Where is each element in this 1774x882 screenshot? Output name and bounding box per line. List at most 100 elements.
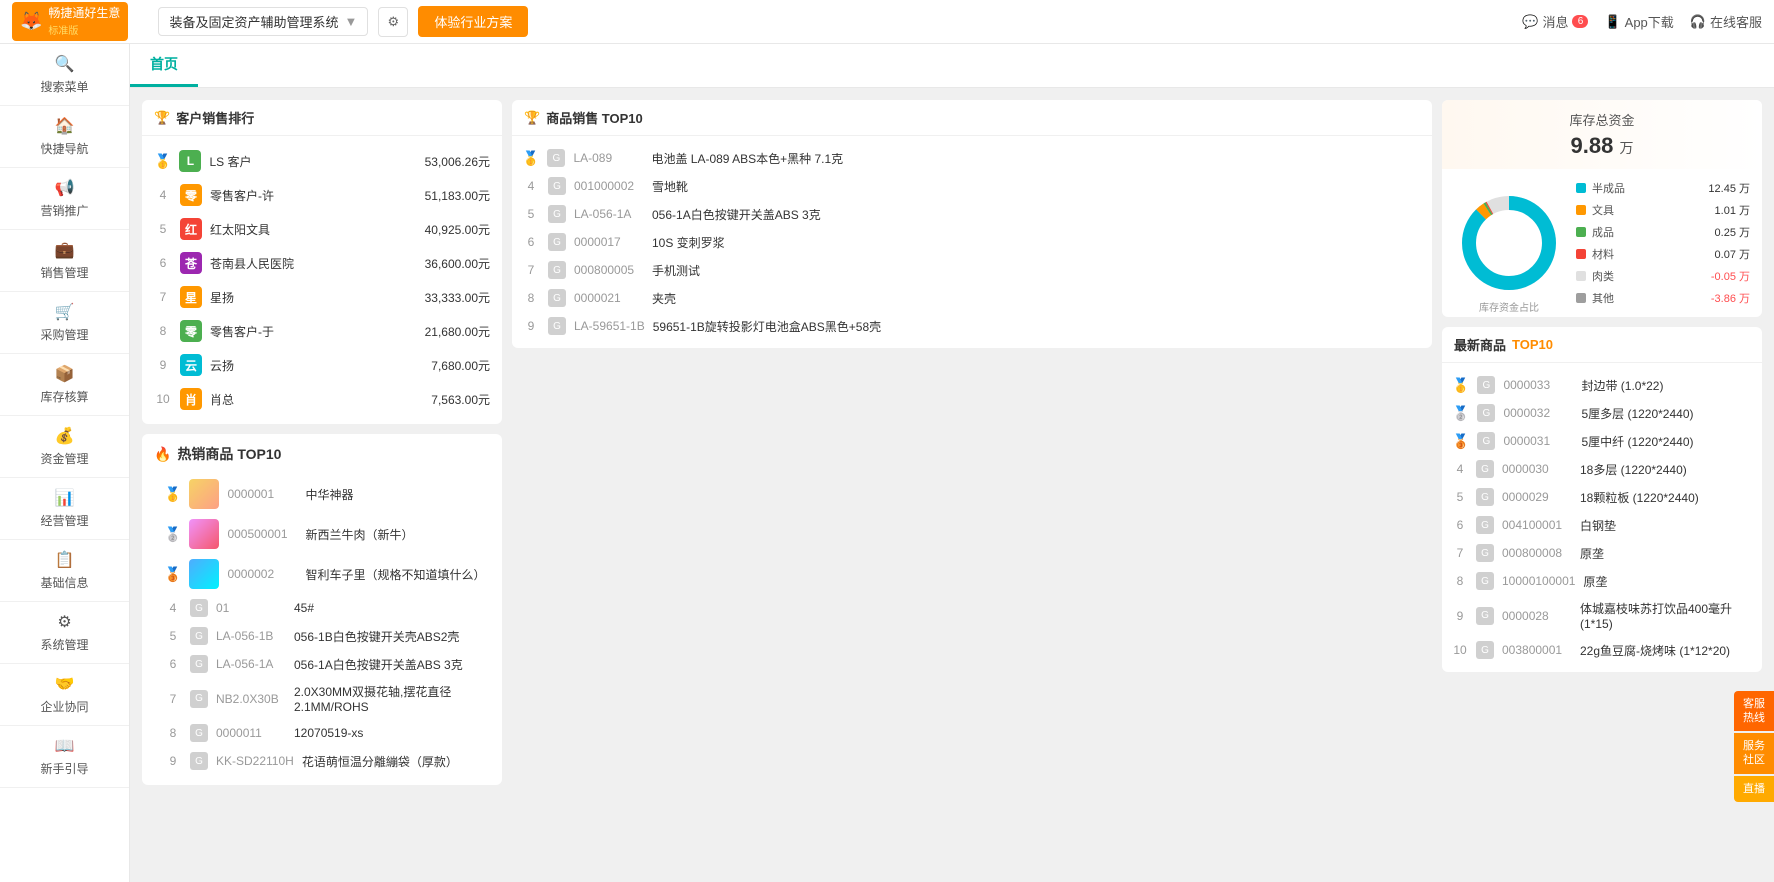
legend-item-4: 材料 0.07 万 — [1576, 243, 1750, 265]
product-thumb-3 — [189, 559, 219, 589]
legend-dot-4 — [1576, 249, 1586, 259]
headset-icon: 🎧 — [1690, 14, 1706, 30]
logo-icon: 🦊 — [20, 11, 42, 32]
float-community-button[interactable]: 服务 社区 — [1734, 733, 1774, 774]
sidebar-item-guide[interactable]: 📖 新手引导 — [0, 726, 129, 788]
system-selector[interactable]: 装备及固定资产辅助管理系统 ▼ — [158, 7, 368, 36]
tab-home[interactable]: 首页 — [130, 44, 198, 87]
gold-medal-1: 🥇 — [522, 150, 539, 167]
app-download-button[interactable]: 📱 App下载 — [1604, 12, 1673, 31]
sidebar-item-finance[interactable]: 💰 资金管理 — [0, 416, 129, 478]
sidebar-item-enterprise[interactable]: 🤝 企业协同 — [0, 664, 129, 726]
hot-products-card: 🔥 热销商品 TOP10 🥇 0000001 中华神器 🥈 — [142, 434, 502, 785]
hot-product-item-6: 6 G LA-056-1A 056-1A白色按键开关盖ABS 3克 — [154, 650, 490, 678]
gray-4: G — [548, 233, 566, 251]
sidebar-item-search[interactable]: 🔍 搜索菜单 — [0, 44, 129, 106]
sidebar-item-inventory[interactable]: 📦 库存核算 — [0, 354, 129, 416]
new-gray-2: G — [1477, 404, 1495, 422]
donut-svg — [1454, 188, 1564, 298]
marketing-icon: 📢 — [55, 178, 75, 198]
trial-button[interactable]: 体验行业方案 — [418, 6, 528, 37]
legend-dot-5 — [1576, 271, 1586, 281]
trophy-icon: 🏆 — [154, 110, 170, 126]
new-gray-1: G — [1477, 376, 1495, 394]
sidebar-item-system[interactable]: ⚙ 系统管理 — [0, 602, 129, 664]
gray-icon-8: G — [190, 724, 208, 742]
new-gray-5: G — [1476, 488, 1494, 506]
new-item-4: 4 G 0000030 18多层 (1220*2440) — [1442, 455, 1762, 483]
gray-icon-7: G — [190, 690, 208, 708]
new-gray-9: G — [1476, 607, 1494, 625]
sale-item-6: 8 G 0000021 夹壳 — [512, 284, 1432, 312]
legend-item-2: 文具 1.01 万 — [1576, 199, 1750, 221]
sidebar-item-operations[interactable]: 📊 经营管理 — [0, 478, 129, 540]
newest-body: 🥇 G 0000033 封边带 (1.0*22) 🥈 G 0000032 5厘多… — [1442, 363, 1762, 672]
customer-rank-item-8: 10 肖 肖总 7,563.00元 — [142, 382, 502, 416]
legend-item-3: 成品 0.25 万 — [1576, 221, 1750, 243]
logo-badge: 标准版 — [48, 22, 120, 37]
customer-rank-item-1: 🥇 L LS 客户 53,006.26元 — [142, 144, 502, 178]
hot-product-item-2: 🥈 000500001 新西兰牛肉（新牛） — [154, 514, 490, 554]
donut-label: 库存资金占比 — [1479, 299, 1539, 314]
customer-badge-1: L — [179, 150, 201, 172]
guide-icon: 📖 — [55, 736, 75, 756]
medal-gold-icon: 🥇 — [154, 153, 171, 170]
legend-dot-1 — [1576, 183, 1586, 193]
gray-3: G — [548, 205, 566, 223]
sidebar-item-basics[interactable]: 📋 基础信息 — [0, 540, 129, 602]
legend-list: 半成品 12.45 万 文具 1.01 万 成品 0 — [1576, 177, 1750, 309]
hot-product-item-9: 9 G KK-SD22110H 花语萌恒温分離繃袋（厚款） — [154, 747, 490, 775]
customer-badge-2: 零 — [180, 184, 202, 206]
customer-badge-8: 肖 — [180, 388, 202, 410]
mobile-icon: 📱 — [1604, 14, 1620, 30]
customer-rank-item-3: 5 红 红太阳文具 40,925.00元 — [142, 212, 502, 246]
sale-item-1: 🥇 G LA-089 电池盖 LA-089 ABS本色+黑种 7.1克 — [512, 144, 1432, 172]
hot-product-item-4: 4 G 01 45# — [154, 594, 490, 622]
medal-3: 🥉 — [164, 566, 181, 583]
gear-icon: ⚙ — [388, 14, 400, 30]
donut-chart: 库存资金占比 — [1454, 188, 1564, 298]
sale-item-7: 9 G LA-59651-1B 59651-1B旋转投影灯电池盒ABS黑色+58… — [512, 312, 1432, 340]
sidebar-item-nav[interactable]: 🏠 快捷导航 — [0, 106, 129, 168]
settings-button[interactable]: ⚙ — [378, 7, 408, 37]
customer-rank-item-6: 8 零 零售客户-于 21,680.00元 — [142, 314, 502, 348]
new-item-1: 🥇 G 0000033 封边带 (1.0*22) — [1442, 371, 1762, 399]
top-sale-products-card: 🏆 商品销售 TOP10 🥇 G LA-089 电池盖 LA-089 ABS本色… — [512, 100, 1432, 348]
newest-products-card: 最新商品 TOP10 🥇 G 0000033 封边带 (1.0*22) 🥈 G — [1442, 327, 1762, 672]
online-service-button[interactable]: 🎧 在线客服 — [1690, 12, 1762, 31]
gray-1: G — [547, 149, 565, 167]
gray-2: G — [548, 177, 566, 195]
sale-item-4: 6 G 0000017 10S 变刺罗浆 — [512, 228, 1432, 256]
hot-products-list: 🥇 0000001 中华神器 🥈 000500001 新西兰牛肉（新牛） — [154, 474, 490, 775]
search-icon: 🔍 — [55, 54, 75, 74]
sale-item-5: 7 G 000800005 手机测试 — [512, 256, 1432, 284]
float-service-button[interactable]: 客服 热线 — [1734, 691, 1774, 732]
sidebar-item-purchase[interactable]: 🛒 采购管理 — [0, 292, 129, 354]
basics-icon: 📋 — [55, 550, 75, 570]
operations-icon: 📊 — [55, 488, 75, 508]
medal-2: 🥈 — [164, 526, 181, 543]
customer-badge-5: 星 — [180, 286, 202, 308]
messages-button[interactable]: 💬 消息 6 — [1522, 12, 1588, 31]
gray-icon-5: G — [190, 627, 208, 645]
new-item-8: 8 G 10000100001 原垄 — [1442, 567, 1762, 595]
new-item-9: 9 G 0000028 体城嘉枝味苏打饮品400毫升 (1*15) — [1442, 595, 1762, 636]
new-item-6: 6 G 004100001 白钢垫 — [1442, 511, 1762, 539]
new-medal-3: 🥉 — [1452, 433, 1469, 450]
tab-bar: 首页 — [130, 44, 1774, 88]
legend-item-5: 肉类 -0.05 万 — [1576, 265, 1750, 287]
float-live-button[interactable]: 直播 — [1734, 776, 1774, 802]
new-item-3: 🥉 G 0000031 5厘中纤 (1220*2440) — [1442, 427, 1762, 455]
customer-rank-item-2: 4 零 零售客户-许 51,183.00元 — [142, 178, 502, 212]
system-icon: ⚙ — [57, 612, 71, 632]
fire-icon: 🔥 — [154, 446, 171, 463]
left-column: 🏆 客户销售排行 🥇 L LS 客户 53,006.26元 4 零 — [142, 100, 502, 870]
sidebar-item-marketing[interactable]: 📢 营销推广 — [0, 168, 129, 230]
sidebar-item-sales[interactable]: 💼 销售管理 — [0, 230, 129, 292]
sale-item-2: 4 G 001000002 雪地靴 — [512, 172, 1432, 200]
new-item-5: 5 G 0000029 18颗粒板 (1220*2440) — [1442, 483, 1762, 511]
legend-dot-2 — [1576, 205, 1586, 215]
main-container: 🔍 搜索菜单 🏠 快捷导航 📢 营销推广 💼 销售管理 🛒 采购管理 📦 库存核… — [0, 44, 1774, 882]
sales-icon: 💼 — [55, 240, 75, 260]
top-bar: 🦊 畅捷通好生意 标准版 装备及固定资产辅助管理系统 ▼ ⚙ 体验行业方案 💬 … — [0, 0, 1774, 44]
